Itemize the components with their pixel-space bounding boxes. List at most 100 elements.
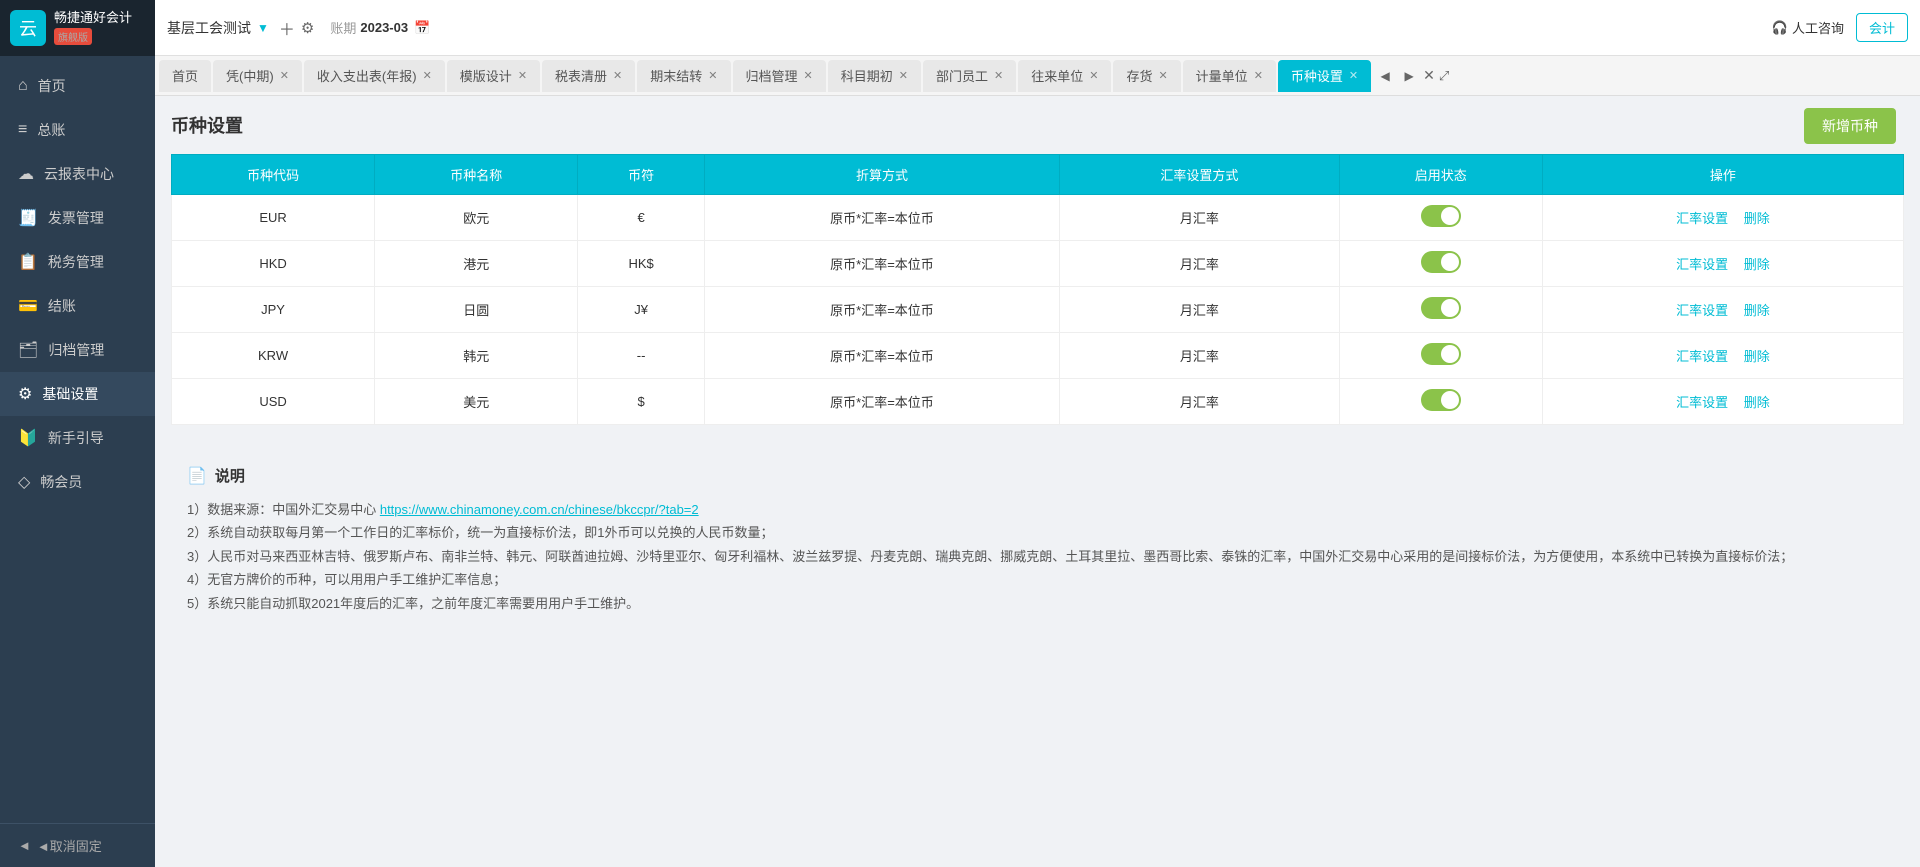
tab-unit[interactable]: 计量单位 ✕ bbox=[1183, 60, 1276, 92]
sidebar-item-reports[interactable]: ☁ 云报表中心 bbox=[0, 152, 155, 196]
tab-close-icon[interactable]: ✕ bbox=[1158, 69, 1167, 82]
tab-partner[interactable]: 往来单位 ✕ bbox=[1018, 60, 1111, 92]
toggle-switch[interactable] bbox=[1421, 297, 1461, 319]
cell-symbol: $ bbox=[578, 379, 705, 425]
cell-symbol: € bbox=[578, 195, 705, 241]
rate-setting-btn[interactable]: 汇率设置 bbox=[1676, 257, 1728, 272]
sidebar-pin-toggle[interactable]: ◄ ◄取消固定 bbox=[0, 823, 155, 867]
rate-setting-btn[interactable]: 汇率设置 bbox=[1676, 303, 1728, 318]
cell-calc: 原币*汇率=本位币 bbox=[704, 333, 1059, 379]
cell-status bbox=[1339, 195, 1542, 241]
sidebar-item-guide[interactable]: 🔰 新手引导 bbox=[0, 416, 155, 460]
tab-close-icon[interactable]: ✕ bbox=[423, 69, 432, 82]
note-text-4: 4）无官方牌价的币种，可以用用户手工维护汇率信息； bbox=[187, 572, 506, 587]
toggle-switch[interactable] bbox=[1421, 205, 1461, 227]
cell-action: 汇率设置 删除 bbox=[1542, 333, 1903, 379]
tab-label: 存货 bbox=[1126, 66, 1152, 85]
cell-action: 汇率设置 删除 bbox=[1542, 195, 1903, 241]
tab-label: 首页 bbox=[172, 66, 198, 85]
tab-period-end[interactable]: 期末结转 ✕ bbox=[637, 60, 730, 92]
company-name: 基层工会测试 bbox=[167, 18, 251, 38]
cell-name: 日圆 bbox=[375, 287, 578, 333]
tab-subject[interactable]: 科目期初 ✕ bbox=[828, 60, 921, 92]
note-text-3: 3）人民币对马来西亚林吉特、俄罗斯卢布、南非兰特、韩元、阿联酋迪拉姆、沙特里亚尔… bbox=[187, 549, 1793, 564]
tab-close-icon[interactable]: ✕ bbox=[708, 69, 717, 82]
app-logo: 云 畅捷通好会计 旗舰版 bbox=[0, 0, 155, 56]
col-code: 币种代码 bbox=[172, 155, 375, 195]
rate-setting-btn[interactable]: 汇率设置 bbox=[1676, 211, 1728, 226]
cell-code: EUR bbox=[172, 195, 375, 241]
tax-icon: 📋 bbox=[18, 252, 38, 272]
tab-close-icon[interactable]: ✕ bbox=[1254, 69, 1263, 82]
company-settings-icon[interactable]: ⚙ bbox=[301, 19, 314, 37]
period-label: 账期 bbox=[330, 18, 356, 37]
delete-btn[interactable]: 删除 bbox=[1744, 349, 1770, 364]
tab-home[interactable]: 首页 bbox=[159, 60, 211, 92]
tab-label: 往来单位 bbox=[1031, 66, 1083, 85]
note-text-2: 2）系统自动获取每月第一个工作日的汇率标价，统一为直接标价法，即1外币可以兑换的… bbox=[187, 525, 773, 540]
note-item-2: 2）系统自动获取每月第一个工作日的汇率标价，统一为直接标价法，即1外币可以兑换的… bbox=[187, 521, 1888, 544]
tab-nav-prev[interactable]: ◀ bbox=[1373, 64, 1397, 88]
delete-btn[interactable]: 删除 bbox=[1744, 257, 1770, 272]
sidebar-item-label: 首页 bbox=[38, 76, 66, 96]
tab-close-icon[interactable]: ✕ bbox=[994, 69, 1003, 82]
cell-name: 韩元 bbox=[375, 333, 578, 379]
support-btn[interactable]: 🎧 人工咨询 bbox=[1772, 18, 1844, 37]
cell-symbol: -- bbox=[578, 333, 705, 379]
cell-name: 港元 bbox=[375, 241, 578, 287]
invoice-icon: 🧾 bbox=[18, 208, 38, 228]
toggle-track bbox=[1421, 343, 1461, 365]
sidebar-item-member[interactable]: ◇ 畅会员 bbox=[0, 460, 155, 504]
company-dropdown[interactable]: ▼ bbox=[257, 21, 269, 35]
tab-close-icon[interactable]: ✕ bbox=[613, 69, 622, 82]
tab-voucher[interactable]: 凭(中期) ✕ bbox=[213, 60, 302, 92]
toggle-switch[interactable] bbox=[1421, 251, 1461, 273]
delete-btn[interactable]: 删除 bbox=[1744, 395, 1770, 410]
tab-report[interactable]: 收入支出表(年报) ✕ bbox=[304, 60, 445, 92]
rate-setting-btn[interactable]: 汇率设置 bbox=[1676, 395, 1728, 410]
tab-archive[interactable]: 归档管理 ✕ bbox=[733, 60, 826, 92]
tab-currency[interactable]: 币种设置 ✕ bbox=[1278, 60, 1371, 92]
tab-close-icon[interactable]: ✕ bbox=[280, 69, 289, 82]
tab-close-icon[interactable]: ✕ bbox=[518, 69, 527, 82]
rate-setting-btn[interactable]: 汇率设置 bbox=[1676, 349, 1728, 364]
tab-inventory[interactable]: 存货 ✕ bbox=[1113, 60, 1180, 92]
sidebar-item-checkout[interactable]: 💳 结账 bbox=[0, 284, 155, 328]
cell-calc: 原币*汇率=本位币 bbox=[704, 287, 1059, 333]
tab-close-icon[interactable]: ✕ bbox=[899, 69, 908, 82]
tab-dept[interactable]: 部门员工 ✕ bbox=[923, 60, 1016, 92]
user-btn[interactable]: 会计 bbox=[1856, 13, 1908, 42]
table-row: EUR 欧元 € 原币*汇率=本位币 月汇率 汇率设置 删除 bbox=[172, 195, 1904, 241]
new-currency-btn[interactable]: 新增币种 bbox=[1804, 108, 1896, 144]
toggle-switch[interactable] bbox=[1421, 343, 1461, 365]
sidebar-item-invoice[interactable]: 🧾 发票管理 bbox=[0, 196, 155, 240]
sidebar-item-tax[interactable]: 📋 税务管理 bbox=[0, 240, 155, 284]
sidebar-item-basic[interactable]: ⚙ 基础设置 bbox=[0, 372, 155, 416]
tab-close-icon[interactable]: ✕ bbox=[1089, 69, 1098, 82]
sidebar-item-ledger[interactable]: ≡ 总账 bbox=[0, 108, 155, 152]
tab-expand-btn[interactable]: ⤢ bbox=[1439, 68, 1449, 84]
tab-nav-next[interactable]: ▶ bbox=[1397, 64, 1421, 88]
delete-btn[interactable]: 删除 bbox=[1744, 303, 1770, 318]
tab-close-icon[interactable]: ✕ bbox=[804, 69, 813, 82]
gear-icon: ⚙ bbox=[18, 384, 32, 404]
note-link[interactable]: https://www.chinamoney.com.cn/chinese/bk… bbox=[380, 502, 699, 517]
tabbar: 首页 凭(中期) ✕ 收入支出表(年报) ✕ 模版设计 ✕ 税表清册 ✕ 期末结… bbox=[155, 56, 1920, 96]
notes-icon: 📄 bbox=[187, 466, 207, 486]
add-company-btn[interactable]: ＋ bbox=[279, 16, 295, 40]
toggle-switch[interactable] bbox=[1421, 389, 1461, 411]
tab-close-all-btn[interactable]: ✕ bbox=[1423, 67, 1435, 84]
calendar-icon[interactable]: 📅 bbox=[414, 20, 430, 36]
sidebar-item-home[interactable]: ⌂ 首页 bbox=[0, 64, 155, 108]
tab-template[interactable]: 模版设计 ✕ bbox=[447, 60, 540, 92]
notes-header: 📄 说明 bbox=[187, 465, 1888, 486]
cell-code: USD bbox=[172, 379, 375, 425]
tab-tax[interactable]: 税表清册 ✕ bbox=[542, 60, 635, 92]
cell-rate-type: 月汇率 bbox=[1060, 379, 1340, 425]
table-row: HKD 港元 HK$ 原币*汇率=本位币 月汇率 汇率设置 删除 bbox=[172, 241, 1904, 287]
sidebar-item-archive[interactable]: 🗂 归档管理 bbox=[0, 328, 155, 372]
delete-btn[interactable]: 删除 bbox=[1744, 211, 1770, 226]
tab-close-icon[interactable]: ✕ bbox=[1349, 69, 1358, 82]
table-row: USD 美元 $ 原币*汇率=本位币 月汇率 汇率设置 删除 bbox=[172, 379, 1904, 425]
cell-symbol: J¥ bbox=[578, 287, 705, 333]
